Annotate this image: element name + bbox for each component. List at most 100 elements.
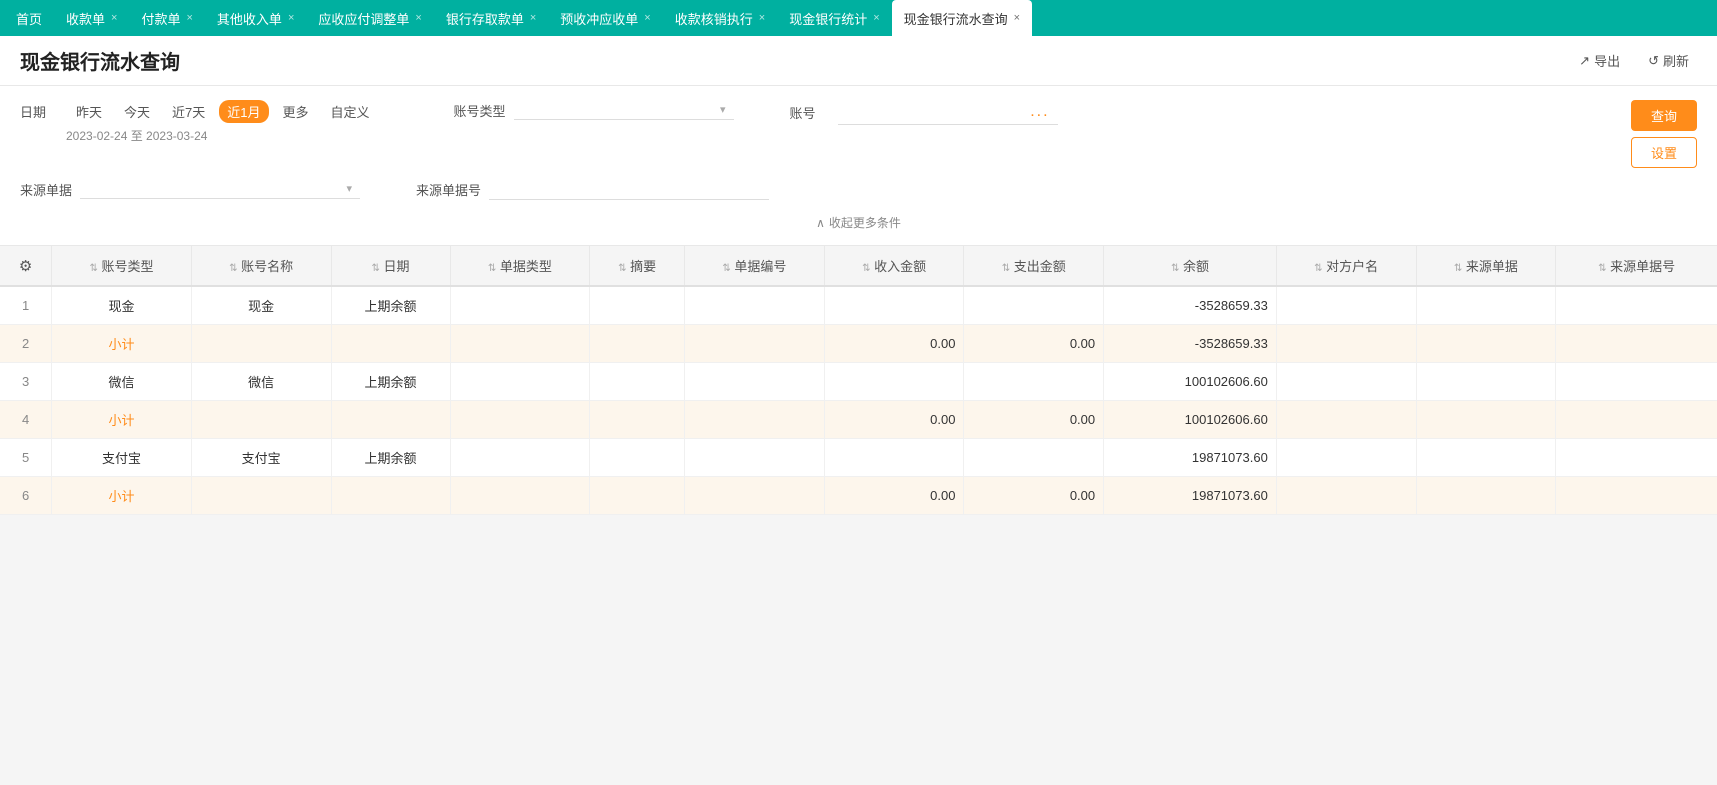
sort-icon: ⇅ xyxy=(1171,263,1179,274)
table-cell xyxy=(1416,363,1556,401)
page-header: 现金银行流水查询 ↗ 导出 ↺ 刷新 xyxy=(0,36,1717,86)
table-cell xyxy=(331,477,450,515)
table-cell xyxy=(685,363,825,401)
account-type-label: 账号类型 xyxy=(454,101,506,120)
table-cell: 0.00 xyxy=(964,325,1104,363)
table-row: 1现金现金上期余额-3528659.33 xyxy=(0,286,1717,325)
table-cell xyxy=(685,401,825,439)
table-cell xyxy=(1416,401,1556,439)
date-option[interactable]: 近7天 xyxy=(164,100,213,123)
refresh-button[interactable]: ↺ 刷新 xyxy=(1640,47,1697,74)
date-option[interactable]: 今天 xyxy=(116,100,158,123)
table-row: 6小计0.000.0019871073.60 xyxy=(0,477,1717,515)
nav-tab[interactable]: 收款单× xyxy=(54,0,129,36)
sort-icon: ⇅ xyxy=(372,263,380,274)
nav-tab[interactable]: 银行存取款单× xyxy=(434,0,548,36)
date-option[interactable]: 更多 xyxy=(275,100,317,123)
table-cell xyxy=(1416,286,1556,325)
date-label: 日期 xyxy=(20,102,60,121)
col-header-summary[interactable]: ⇅ 摘要 xyxy=(590,246,685,286)
account-select[interactable]: ... xyxy=(838,100,1058,125)
filter-row-1: 日期 昨天今天近7天近1月更多自定义 2023-02-24 至 2023-03-… xyxy=(20,100,1697,168)
table-cell xyxy=(1556,363,1717,401)
table-cell: 小计 xyxy=(52,325,192,363)
collapse-label: 收起更多条件 xyxy=(829,214,901,231)
table-row: 5支付宝支付宝上期余额19871073.60 xyxy=(0,439,1717,477)
sort-icon: ⇅ xyxy=(1314,263,1322,274)
source-doc-no-filter: 来源单据号 xyxy=(416,178,769,200)
table-cell: 支付宝 xyxy=(52,439,192,477)
table-cell: 支付宝 xyxy=(191,439,331,477)
table-cell xyxy=(450,477,590,515)
source-doc-label: 来源单据 xyxy=(20,180,72,199)
col-header-date[interactable]: ⇅ 日期 xyxy=(331,246,450,286)
table-header-row: ⚙⇅ 账号类型⇅ 账号名称⇅ 日期⇅ 单据类型⇅ 摘要⇅ 单据编号⇅ 收入金额⇅… xyxy=(0,246,1717,286)
table-cell: 0.00 xyxy=(824,325,964,363)
col-header-sourceDocNo[interactable]: ⇅ 来源单据号 xyxy=(1556,246,1717,286)
query-button[interactable]: 查询 xyxy=(1631,100,1697,131)
col-header-balance[interactable]: ⇅ 余额 xyxy=(1104,246,1277,286)
col-header-expense[interactable]: ⇅ 支出金额 xyxy=(964,246,1104,286)
table-cell xyxy=(685,325,825,363)
nav-tab[interactable]: 其他收入单× xyxy=(205,0,306,36)
nav-tab[interactable]: 现金银行统计× xyxy=(777,0,891,36)
tab-close-icon[interactable]: × xyxy=(644,12,650,24)
tab-close-icon[interactable]: × xyxy=(288,12,294,24)
table-cell xyxy=(450,401,590,439)
refresh-icon: ↺ xyxy=(1648,53,1659,69)
source-doc-no-label: 来源单据号 xyxy=(416,180,481,199)
account-dots-icon[interactable]: ... xyxy=(1030,103,1049,121)
nav-tab[interactable]: 收款核销执行× xyxy=(663,0,777,36)
col-header-sourceDoc[interactable]: ⇅ 来源单据 xyxy=(1416,246,1556,286)
table-cell xyxy=(590,477,685,515)
table-cell xyxy=(590,286,685,325)
tab-close-icon[interactable]: × xyxy=(530,12,536,24)
source-doc-no-input[interactable] xyxy=(489,178,769,200)
table-cell: 19871073.60 xyxy=(1104,477,1277,515)
tab-close-icon[interactable]: × xyxy=(873,12,879,24)
table-cell xyxy=(685,286,825,325)
table-cell xyxy=(1276,286,1416,325)
tab-close-icon[interactable]: × xyxy=(415,12,421,24)
tab-close-icon[interactable]: × xyxy=(186,12,192,24)
col-header-docType[interactable]: ⇅ 单据类型 xyxy=(450,246,590,286)
col-header-counterparty[interactable]: ⇅ 对方户名 xyxy=(1276,246,1416,286)
filter-area: 日期 昨天今天近7天近1月更多自定义 2023-02-24 至 2023-03-… xyxy=(0,86,1717,246)
collapse-chevron-icon: ∧ xyxy=(816,216,825,230)
page-title: 现金银行流水查询 xyxy=(20,46,180,75)
tab-close-icon[interactable]: × xyxy=(759,12,765,24)
source-doc-select[interactable]: ▾ xyxy=(80,179,360,199)
table-cell xyxy=(1276,325,1416,363)
col-header-accountType[interactable]: ⇅ 账号类型 xyxy=(52,246,192,286)
export-button[interactable]: ↗ 导出 xyxy=(1571,47,1628,74)
table-cell xyxy=(1556,477,1717,515)
table-cell xyxy=(191,401,331,439)
nav-tab[interactable]: 付款单× xyxy=(129,0,204,36)
sort-icon: ⇅ xyxy=(89,263,97,274)
table-cell xyxy=(331,325,450,363)
col-header-accountName[interactable]: ⇅ 账号名称 xyxy=(191,246,331,286)
table-cell: 6 xyxy=(0,477,52,515)
nav-home[interactable]: 首页 xyxy=(4,9,54,28)
account-type-filter: 账号类型 ▾ xyxy=(454,100,734,120)
account-type-select[interactable]: ▾ xyxy=(514,100,734,120)
table-cell: -3528659.33 xyxy=(1104,325,1277,363)
table-cell xyxy=(1556,286,1717,325)
date-option[interactable]: 近1月 xyxy=(219,100,268,123)
nav-tab[interactable]: 预收冲应收单× xyxy=(548,0,662,36)
tab-close-icon[interactable]: × xyxy=(1014,12,1020,24)
settings-button[interactable]: 设置 xyxy=(1631,137,1697,168)
col-header-docNo[interactable]: ⇅ 单据编号 xyxy=(685,246,825,286)
header-actions: ↗ 导出 ↺ 刷新 xyxy=(1571,47,1697,74)
date-option[interactable]: 自定义 xyxy=(323,100,378,123)
gear-icon[interactable]: ⚙ xyxy=(19,258,32,275)
nav-tab[interactable]: 应收应付调整单× xyxy=(306,0,433,36)
col-header-income[interactable]: ⇅ 收入金额 xyxy=(824,246,964,286)
col-header-gear[interactable]: ⚙ xyxy=(0,246,52,286)
collapse-bar[interactable]: ∧ 收起更多条件 xyxy=(20,210,1697,235)
tab-close-icon[interactable]: × xyxy=(111,12,117,24)
table-cell: 小计 xyxy=(52,477,192,515)
nav-tab[interactable]: 现金银行流水查询× xyxy=(892,0,1032,36)
date-option[interactable]: 昨天 xyxy=(68,100,110,123)
table-cell xyxy=(1276,401,1416,439)
